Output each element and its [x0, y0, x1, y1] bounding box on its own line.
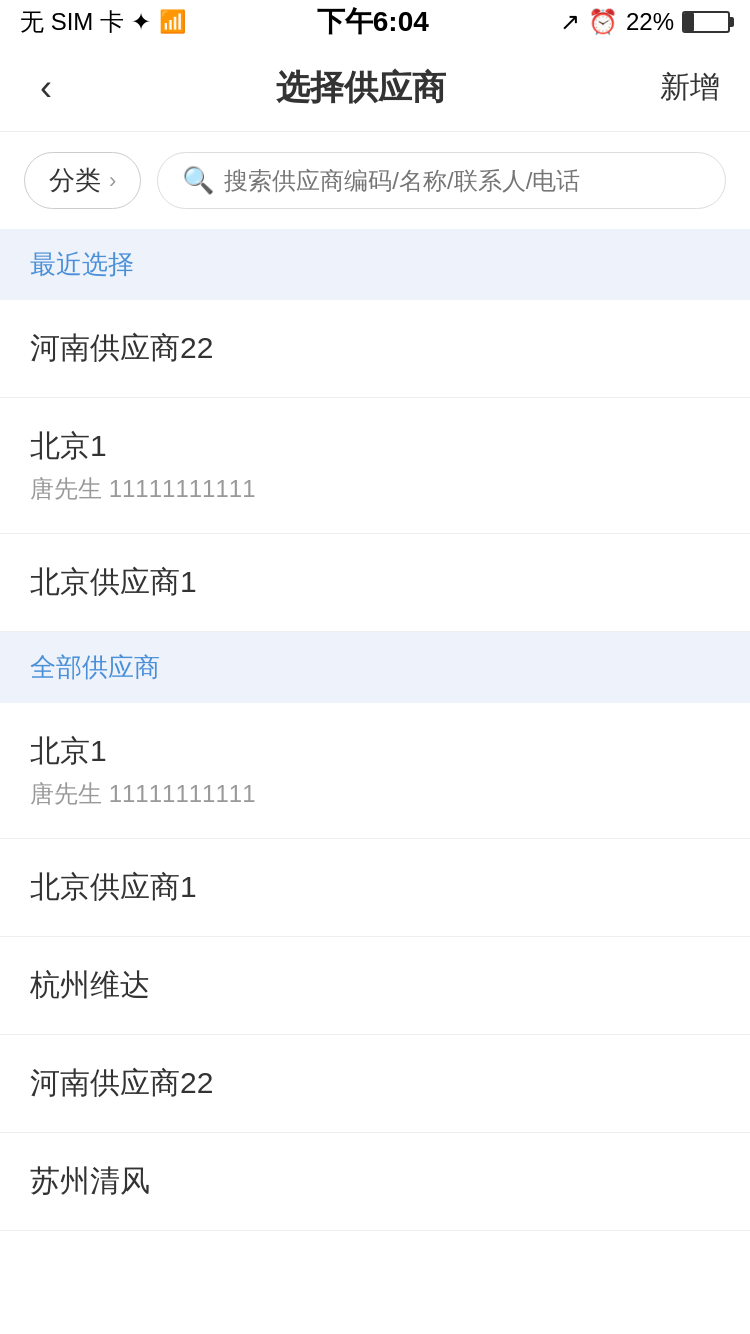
add-button[interactable]: 新增 [660, 67, 720, 108]
item-name: 北京1 [30, 731, 720, 772]
recent-section-header: 最近选择 [0, 229, 750, 300]
alarm-icon: ⏰ [588, 8, 618, 36]
list-item[interactable]: 河南供应商22 [0, 300, 750, 398]
item-name: 河南供应商22 [30, 328, 720, 369]
item-detail: 唐先生 11111111111 [30, 473, 720, 505]
item-detail: 唐先生 11111111111 [30, 778, 720, 810]
sim-label: 无 SIM 卡 ✦ [20, 6, 151, 38]
recent-list: 河南供应商22 北京1 唐先生 11111111111 北京供应商1 [0, 300, 750, 632]
item-name: 苏州清风 [30, 1161, 720, 1202]
search-input[interactable] [224, 167, 701, 195]
search-box[interactable]: 🔍 [157, 152, 726, 209]
all-label: 全部供应商 [30, 652, 160, 682]
item-name: 北京供应商1 [30, 562, 720, 603]
list-item[interactable]: 北京1 唐先生 11111111111 [0, 703, 750, 839]
nav-bar: ‹ 选择供应商 新增 [0, 44, 750, 132]
location-icon: ↗ [560, 8, 580, 36]
search-icon: 🔍 [182, 165, 214, 196]
battery-percent: 22% [626, 8, 674, 36]
list-item[interactable]: 河南供应商22 [0, 1035, 750, 1133]
filter-bar: 分类 › 🔍 [0, 132, 750, 229]
recent-label: 最近选择 [30, 249, 134, 279]
status-time: 下午6:04 [317, 3, 429, 41]
item-name: 河南供应商22 [30, 1063, 720, 1104]
status-right: ↗ ⏰ 22% [560, 8, 730, 36]
list-item[interactable]: 北京供应商1 [0, 534, 750, 632]
list-item[interactable]: 北京1 唐先生 11111111111 [0, 398, 750, 534]
battery-fill [684, 13, 694, 31]
item-name: 北京供应商1 [30, 867, 720, 908]
item-name: 北京1 [30, 426, 720, 467]
page-title: 选择供应商 [276, 65, 446, 111]
all-section-header: 全部供应商 [0, 632, 750, 703]
back-button[interactable]: ‹ [30, 57, 62, 119]
wifi-icon: 📶 [159, 9, 186, 35]
status-left: 无 SIM 卡 ✦ 📶 [20, 6, 186, 38]
list-item[interactable]: 北京供应商1 [0, 839, 750, 937]
status-bar: 无 SIM 卡 ✦ 📶 下午6:04 ↗ ⏰ 22% [0, 0, 750, 44]
category-label: 分类 [49, 163, 101, 198]
all-list: 北京1 唐先生 11111111111 北京供应商1 杭州维达河南供应商22 苏州清风 [0, 703, 750, 1231]
battery-icon [682, 11, 730, 33]
category-button[interactable]: 分类 › [24, 152, 141, 209]
item-name: 杭州维达 [30, 965, 720, 1006]
list-item[interactable]: 杭州维达 [0, 937, 750, 1035]
list-item[interactable]: 苏州清风 [0, 1133, 750, 1231]
chevron-icon: › [109, 168, 116, 194]
